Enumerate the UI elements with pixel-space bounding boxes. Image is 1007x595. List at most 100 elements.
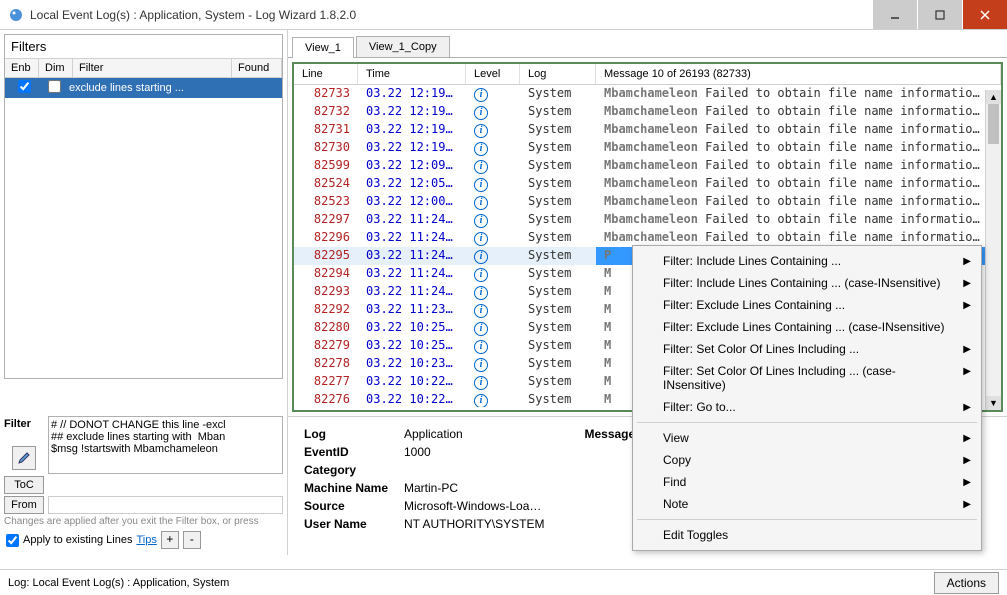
context-menu: Filter: Include Lines Containing ...▶Fil… bbox=[632, 245, 982, 551]
toc-button[interactable]: ToC bbox=[4, 476, 44, 494]
plus-button[interactable]: + bbox=[161, 531, 179, 549]
filters-header: Enb Dim Filter Found bbox=[5, 59, 282, 78]
scroll-thumb[interactable] bbox=[988, 104, 999, 144]
titlebar: Local Event Log(s) : Application, System… bbox=[0, 0, 1007, 30]
col-log[interactable]: Log bbox=[520, 64, 596, 84]
col-enb[interactable]: Enb bbox=[5, 59, 39, 77]
dlabel-machine: Machine Name bbox=[304, 481, 404, 495]
info-icon: i bbox=[474, 340, 488, 354]
chevron-right-icon: ▶ bbox=[963, 278, 971, 289]
menu-item[interactable]: Filter: Include Lines Containing ... (ca… bbox=[635, 272, 979, 294]
dlabel-eventid: EventID bbox=[304, 445, 404, 459]
dval-log: Application bbox=[404, 427, 463, 441]
scroll-up-icon[interactable]: ▲ bbox=[986, 90, 1001, 104]
chevron-right-icon: ▶ bbox=[963, 366, 971, 377]
app-icon bbox=[8, 7, 24, 23]
filter-hint: Changes are applied after you exit the F… bbox=[4, 514, 283, 529]
table-row[interactable]: 8252403.22 12:05…iSystemMbamchameleon Fa… bbox=[294, 175, 1001, 193]
close-button[interactable] bbox=[962, 0, 1007, 29]
table-row[interactable]: 8252303.22 12:00…iSystemMbamchameleon Fa… bbox=[294, 193, 1001, 211]
menu-item[interactable]: Filter: Exclude Lines Containing ... (ca… bbox=[635, 316, 979, 338]
menu-item[interactable]: Filter: Include Lines Containing ...▶ bbox=[635, 250, 979, 272]
filter-dim-checkbox[interactable] bbox=[48, 80, 61, 93]
tab-view1copy[interactable]: View_1_Copy bbox=[356, 36, 450, 57]
menu-item[interactable]: Filter: Set Color Of Lines Including ...… bbox=[635, 360, 979, 396]
pencil-icon[interactable] bbox=[12, 446, 36, 470]
status-text: Log: Local Event Log(s) : Application, S… bbox=[8, 577, 229, 589]
dlabel-username: User Name bbox=[304, 517, 404, 531]
col-filter[interactable]: Filter bbox=[73, 59, 232, 77]
filters-panel: Filters Enb Dim Filter Found exclude lin… bbox=[4, 34, 283, 379]
menu-item[interactable]: Filter: Set Color Of Lines Including ...… bbox=[635, 338, 979, 360]
table-row[interactable]: 8273203.22 12:19…iSystemMbamchameleon Fa… bbox=[294, 103, 1001, 121]
menu-item[interactable]: Find▶ bbox=[635, 471, 979, 493]
col-level[interactable]: Level bbox=[466, 64, 520, 84]
info-icon: i bbox=[474, 304, 488, 318]
filter-enb-checkbox[interactable] bbox=[18, 80, 31, 93]
chevron-right-icon: ▶ bbox=[963, 455, 971, 466]
scrollbar-vertical[interactable]: ▲ ▼ bbox=[985, 90, 1001, 410]
filter-textarea[interactable] bbox=[48, 416, 283, 474]
menu-separator bbox=[637, 519, 977, 520]
minimize-button[interactable] bbox=[872, 0, 917, 29]
chevron-right-icon: ▶ bbox=[963, 433, 971, 444]
dlabel-source: Source bbox=[304, 499, 404, 513]
tips-link[interactable]: Tips bbox=[136, 534, 156, 546]
dval-eventid: 1000 bbox=[404, 445, 431, 459]
table-row[interactable]: 8273003.22 12:19…iSystemMbamchameleon Fa… bbox=[294, 139, 1001, 157]
tab-view1[interactable]: View_1 bbox=[292, 37, 354, 58]
grid-header: Line Time Level Log Message 10 of 26193 … bbox=[294, 64, 1001, 85]
info-icon: i bbox=[474, 250, 488, 264]
info-icon: i bbox=[474, 286, 488, 300]
apply-label: Apply to existing Lines bbox=[23, 534, 132, 546]
info-icon: i bbox=[474, 142, 488, 156]
menu-item[interactable]: Filter: Go to...▶ bbox=[635, 396, 979, 418]
table-row[interactable]: 8273303.22 12:19…iSystemMbamchameleon Fa… bbox=[294, 85, 1001, 103]
info-icon: i bbox=[474, 394, 488, 407]
dval-machine: Martin-PC bbox=[404, 481, 458, 495]
info-icon: i bbox=[474, 196, 488, 210]
table-row[interactable]: 8229703.22 11:24…iSystemMbamchameleon Fa… bbox=[294, 211, 1001, 229]
table-row[interactable]: 8259903.22 12:09…iSystemMbamchameleon Fa… bbox=[294, 157, 1001, 175]
menu-item[interactable]: Note▶ bbox=[635, 493, 979, 515]
window-title: Local Event Log(s) : Application, System… bbox=[30, 8, 872, 22]
chevron-right-icon: ▶ bbox=[963, 256, 971, 267]
info-icon: i bbox=[474, 268, 488, 282]
col-line[interactable]: Line bbox=[294, 64, 358, 84]
chevron-right-icon: ▶ bbox=[963, 344, 971, 355]
info-icon: i bbox=[474, 322, 488, 336]
col-time[interactable]: Time bbox=[358, 64, 466, 84]
menu-item[interactable]: Copy▶ bbox=[635, 449, 979, 471]
dval-username: NT AUTHORITY\SYSTEM bbox=[404, 517, 544, 531]
chevron-right-icon: ▶ bbox=[963, 402, 971, 413]
filter-edit-label: Filter bbox=[4, 416, 44, 430]
from-button[interactable]: From bbox=[4, 496, 44, 514]
tabs: View_1 View_1_Copy bbox=[288, 30, 1007, 58]
statusbar: Log: Local Event Log(s) : Application, S… bbox=[0, 569, 1007, 595]
info-icon: i bbox=[474, 124, 488, 138]
apply-checkbox[interactable] bbox=[6, 534, 19, 547]
chevron-right-icon: ▶ bbox=[963, 477, 971, 488]
minus-button[interactable]: - bbox=[183, 531, 201, 549]
info-icon: i bbox=[474, 232, 488, 246]
menu-item[interactable]: Filter: Exclude Lines Containing ...▶ bbox=[635, 294, 979, 316]
menu-item[interactable]: View▶ bbox=[635, 427, 979, 449]
maximize-button[interactable] bbox=[917, 0, 962, 29]
dlabel-category: Category bbox=[304, 463, 404, 477]
menu-item[interactable]: Edit Toggles bbox=[635, 524, 979, 546]
col-found[interactable]: Found bbox=[232, 59, 282, 77]
chevron-right-icon: ▶ bbox=[963, 499, 971, 510]
actions-button[interactable]: Actions bbox=[934, 572, 999, 594]
info-icon: i bbox=[474, 178, 488, 192]
filter-row-text: exclude lines starting ... bbox=[69, 82, 184, 94]
menu-separator bbox=[637, 422, 977, 423]
col-msg[interactable]: Message 10 of 26193 (82733) bbox=[596, 64, 1001, 84]
filter-row[interactable]: exclude lines starting ... bbox=[5, 78, 282, 98]
info-icon: i bbox=[474, 376, 488, 390]
table-row[interactable]: 8273103.22 12:19…iSystemMbamchameleon Fa… bbox=[294, 121, 1001, 139]
info-icon: i bbox=[474, 160, 488, 174]
info-icon: i bbox=[474, 106, 488, 120]
scroll-down-icon[interactable]: ▼ bbox=[986, 396, 1001, 410]
col-dim[interactable]: Dim bbox=[39, 59, 73, 77]
info-icon: i bbox=[474, 358, 488, 372]
